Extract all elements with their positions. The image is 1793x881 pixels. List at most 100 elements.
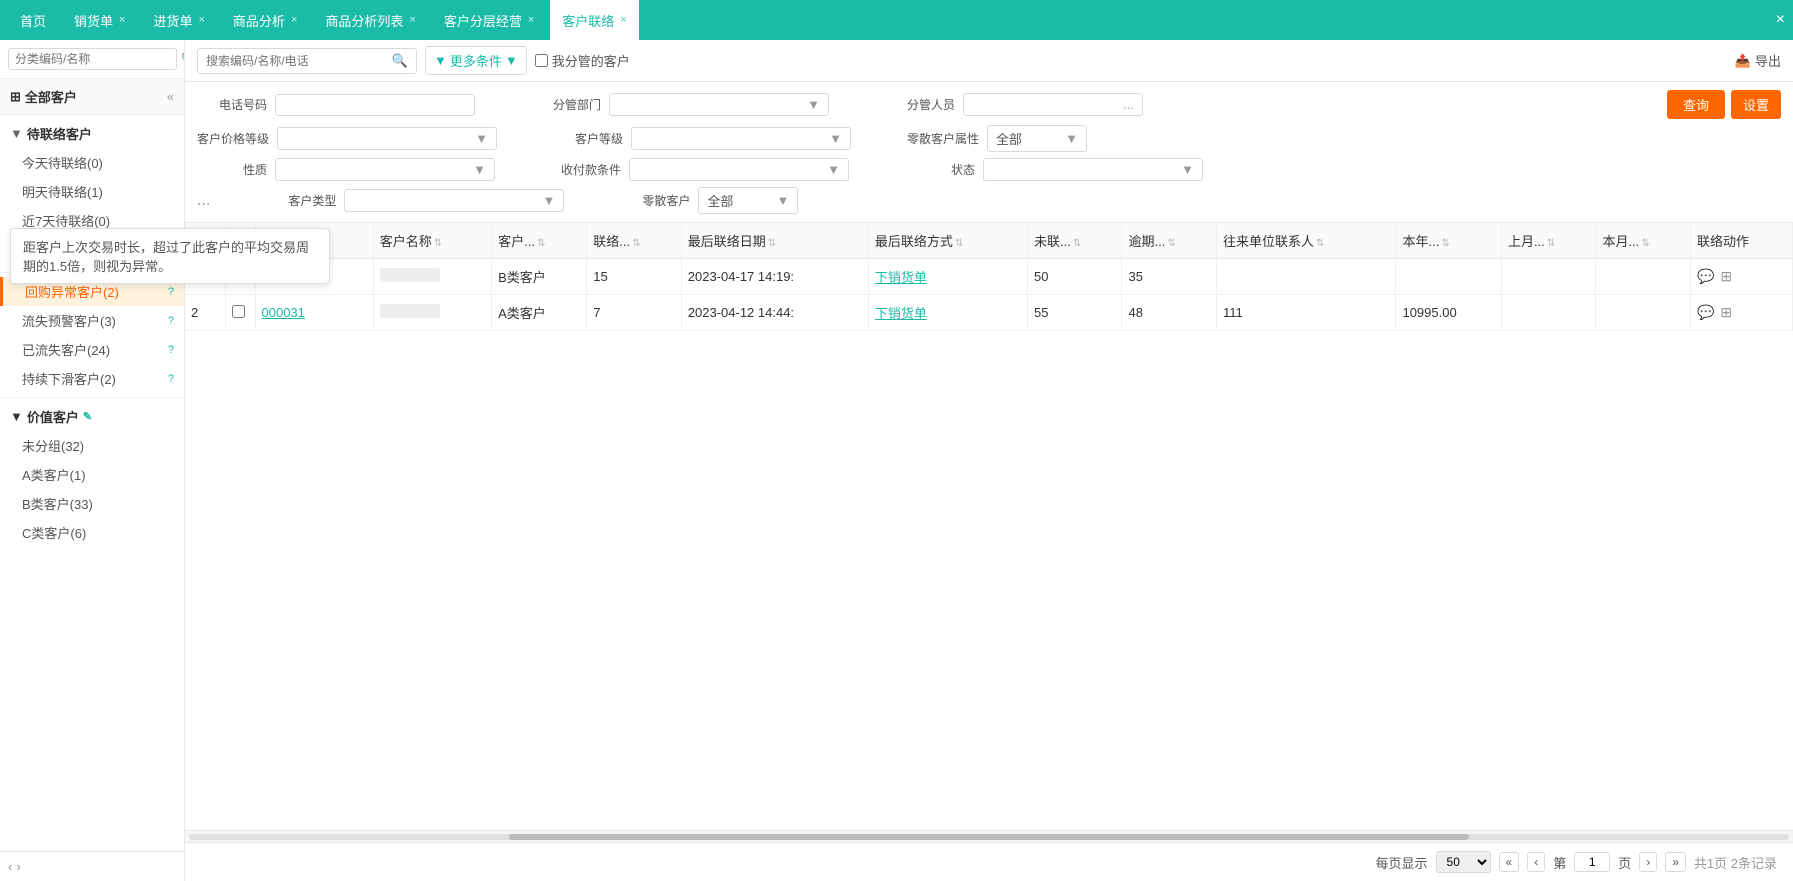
sidebar-item-tomorrow[interactable]: 明天待联络(1) [0, 177, 184, 206]
gender-select[interactable]: ▼ [275, 158, 495, 181]
repurchase-abnormal-help-icon[interactable]: ? [168, 286, 174, 298]
sidebar-item-already-lost[interactable]: 已流失客户(24) ? [0, 335, 184, 364]
sidebar-bottom-right-arrow[interactable]: › [16, 859, 20, 874]
nav-tab-product-analysis[interactable]: 商品分析 × [221, 0, 309, 40]
sidebar-divider-2 [0, 397, 184, 398]
lost-prediction-help-icon[interactable]: ? [168, 315, 174, 327]
page-number-input[interactable] [1574, 852, 1610, 872]
settings-button[interactable]: 设置 [1731, 90, 1781, 119]
purchase-tab-close[interactable]: × [198, 14, 204, 26]
prev-page-button[interactable]: ‹ [1527, 852, 1545, 872]
dept-select[interactable]: ▼ [609, 93, 829, 116]
row2-last-month [1501, 295, 1596, 331]
sales-tab-close[interactable]: × [119, 14, 125, 26]
row1-overdue: 35 [1122, 259, 1217, 295]
sidebar-item-declining[interactable]: 持续下滑客户(2) ? [0, 364, 184, 393]
customer-segmentation-tab-close[interactable]: × [528, 14, 534, 26]
more-filter-dots[interactable]: ... [197, 192, 210, 210]
row2-select-checkbox[interactable] [232, 305, 245, 318]
th-last-contact-method: 最后联络方式⇅ [868, 223, 1027, 259]
grade-label: 客户等级 [553, 130, 623, 147]
product-analysis-tab-close[interactable]: × [291, 14, 297, 26]
horizontal-scrollbar[interactable] [185, 830, 1793, 842]
customer-type-select[interactable]: ▼ [344, 189, 564, 212]
status-arrow: ▼ [1181, 162, 1194, 177]
row2-grid-icon[interactable]: ⊞ [1720, 304, 1732, 321]
sidebar-search-input[interactable] [8, 48, 177, 70]
row2-last-contact-date: 2023-04-12 14:44: [681, 295, 868, 331]
product-analysis-tab-label: 商品分析 [233, 11, 285, 30]
scrollbar-track[interactable] [189, 834, 1789, 840]
nav-tab-purchase[interactable]: 进货单 × [141, 0, 216, 40]
grade-select[interactable]: ▼ [631, 127, 851, 150]
sidebar-bottom-left-arrow[interactable]: ‹ [8, 859, 12, 874]
window-close-button[interactable]: × [1776, 11, 1785, 29]
my-customers-checkbox[interactable] [535, 54, 548, 67]
phone-input[interactable] [275, 94, 475, 116]
sidebar-item-lost-prediction[interactable]: 流失预警客户(3) ? [0, 306, 184, 335]
sidebar-item-unclassified[interactable]: 未分组(32) [0, 431, 184, 460]
row2-overdue: 48 [1122, 295, 1217, 331]
retail-attr-select[interactable]: 全部 ▼ [987, 125, 1087, 152]
value-customer-group[interactable]: ▼ 价值客户 ✎ [0, 402, 184, 431]
filter-icon: ▼ [434, 53, 447, 68]
price-grade-select[interactable]: ▼ [277, 127, 497, 150]
dept-label: 分管部门 [531, 96, 601, 113]
nav-tab-home[interactable]: 首页 [8, 0, 58, 40]
payment-select[interactable]: ▼ [629, 158, 849, 181]
row1-contacts [1216, 259, 1395, 295]
row1-last-contact-method[interactable]: 下销货单 [868, 259, 1027, 295]
th-actions: 联络动作 [1690, 223, 1792, 259]
table-row: 1 000039 B类客户 15 2023-04-17 14:19: 下销货单 … [185, 259, 1793, 295]
row1-chat-icon[interactable]: 💬 [1697, 268, 1714, 285]
filter-more-conditions-button[interactable]: ▼ 更多条件 ▼ [425, 46, 527, 75]
query-button[interactable]: 查询 [1667, 90, 1725, 119]
export-button[interactable]: 📤 导出 [1735, 51, 1781, 70]
declining-help-icon[interactable]: ? [168, 373, 174, 385]
row2-code[interactable]: 000031 [255, 295, 373, 331]
content-area: 距客户上次交易时长，超过了此客户的平均交易周期的1.5倍，则视为异常。 🔍 ▼ … [185, 40, 1793, 881]
all-customers-label: 全部客户 [25, 87, 77, 106]
staff-select[interactable]: ... [963, 93, 1143, 116]
nav-tab-product-analysis-list[interactable]: 商品分析列表 × [313, 0, 427, 40]
search-input[interactable] [206, 54, 388, 68]
already-lost-label: 已流失客户(24) [22, 340, 168, 359]
already-lost-help-icon[interactable]: ? [168, 344, 174, 356]
per-page-select[interactable]: 50 100 200 [1436, 851, 1491, 873]
nav-tab-customer-contact[interactable]: 客户联络 × [550, 0, 638, 40]
my-customers-checkbox-label[interactable]: 我分管的客户 [535, 51, 630, 70]
filter-action-buttons: 查询 设置 [1667, 90, 1781, 119]
filter-search-field[interactable]: 🔍 [197, 48, 417, 74]
nav-tab-customer-segmentation[interactable]: 客户分层经营 × [432, 0, 546, 40]
retail-attr-label: 零散客户属性 [907, 130, 979, 147]
product-analysis-list-tab-close[interactable]: × [409, 14, 415, 26]
customer-contact-tab-close[interactable]: × [620, 14, 626, 26]
dept-dropdown-arrow: ▼ [807, 97, 820, 112]
row2-checkbox[interactable] [225, 295, 255, 331]
row2-this-month [1596, 295, 1691, 331]
pending-contact-group[interactable]: ▼ 待联络客户 [0, 119, 184, 148]
row1-this-month [1596, 259, 1691, 295]
next-page-button[interactable]: › [1639, 852, 1657, 872]
nav-tab-sales[interactable]: 销货单 × [62, 0, 137, 40]
sidebar-item-class-a[interactable]: A类客户(1) [0, 460, 184, 489]
row1-last-month [1501, 259, 1596, 295]
row2-last-contact-method[interactable]: 下销货单 [868, 295, 1027, 331]
sidebar-item-class-c[interactable]: C类客户(6) [0, 518, 184, 547]
filter-search-icon[interactable]: 🔍 [392, 53, 408, 69]
retail-select[interactable]: 全部 ▼ [698, 187, 798, 214]
sidebar-item-today[interactable]: 今天待联络(0) [0, 148, 184, 177]
filter-row-2: 客户价格等级 ▼ 客户等级 ▼ 零散客户属性 全部 ▼ [197, 125, 1781, 152]
row2-chat-icon[interactable]: 💬 [1697, 304, 1714, 321]
scrollbar-thumb[interactable] [509, 834, 1469, 840]
value-group-edit-icon[interactable]: ✎ [83, 410, 92, 423]
status-select[interactable]: ▼ [983, 158, 1203, 181]
first-page-button[interactable]: « [1499, 852, 1520, 872]
sidebar-collapse-button[interactable]: « [167, 89, 174, 104]
row1-grid-icon[interactable]: ⊞ [1720, 268, 1732, 285]
customer-table: ⚙ 客户编码⇅ 客户名称⇅ 客户...⇅ 联络...⇅ 最后联络日期⇅ 最后联络… [185, 223, 1793, 331]
class-b-label: B类客户(33) [22, 494, 174, 513]
last-page-button[interactable]: » [1665, 852, 1686, 872]
data-table-area: ⚙ 客户编码⇅ 客户名称⇅ 客户...⇅ 联络...⇅ 最后联络日期⇅ 最后联络… [185, 223, 1793, 830]
sidebar-item-class-b[interactable]: B类客户(33) [0, 489, 184, 518]
